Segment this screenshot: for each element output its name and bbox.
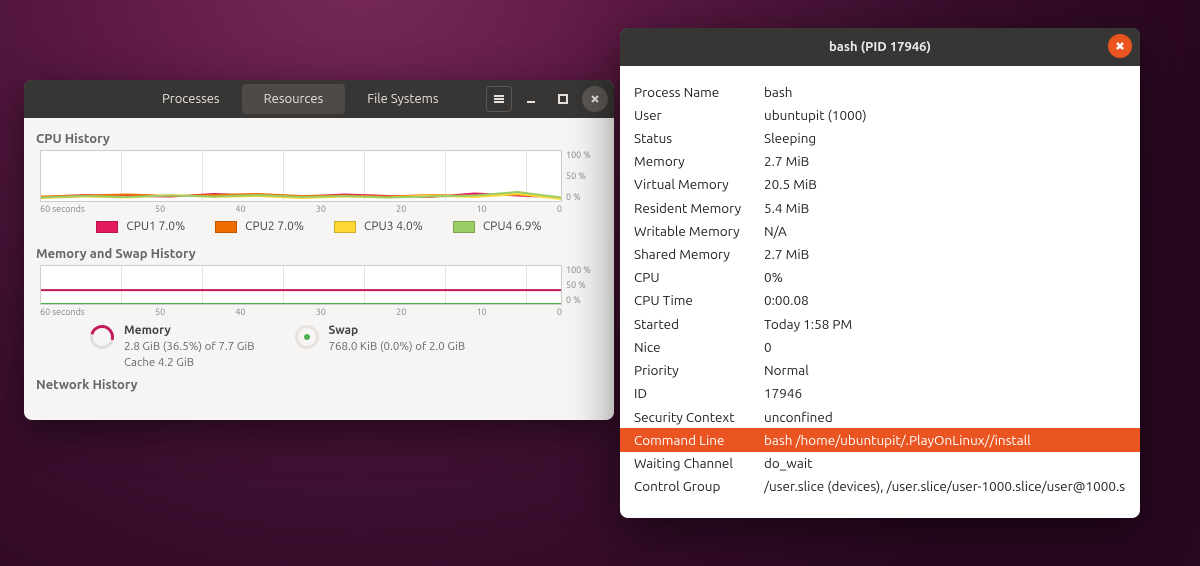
property-row[interactable]: CPU Time0:00.08 bbox=[620, 289, 1140, 312]
property-value: bash bbox=[764, 83, 1126, 101]
property-value: 0:00.08 bbox=[764, 291, 1126, 309]
property-label: Control Group bbox=[634, 477, 764, 495]
swap-usage-block: Swap 768.0 KiB (0.0%) of 2.0 GiB bbox=[295, 323, 466, 370]
cpu-legend-item[interactable]: CPU3 4.0% bbox=[334, 220, 423, 233]
property-row[interactable]: CPU0% bbox=[620, 266, 1140, 289]
property-label: Priority bbox=[634, 361, 764, 379]
property-label: Status bbox=[634, 129, 764, 147]
swap-ring-icon bbox=[295, 325, 319, 349]
property-value: 5.4 MiB bbox=[764, 199, 1126, 217]
cpu-history-title: CPU History bbox=[36, 132, 598, 146]
legend-label: CPU4 6.9% bbox=[483, 220, 542, 233]
memory-y-axis: 100 % 50 % 0 % bbox=[562, 265, 598, 305]
cpu-legend-item[interactable]: CPU4 6.9% bbox=[453, 220, 542, 233]
legend-swatch bbox=[453, 221, 475, 233]
hamburger-menu-button[interactable] bbox=[486, 86, 512, 112]
property-label: User bbox=[634, 106, 764, 124]
memory-ring-icon bbox=[86, 321, 119, 354]
property-row[interactable]: Memory2.7 MiB bbox=[620, 150, 1140, 173]
property-label: Resident Memory bbox=[634, 199, 764, 217]
property-row[interactable]: Shared Memory2.7 MiB bbox=[620, 243, 1140, 266]
cpu-legend-item[interactable]: CPU1 7.0% bbox=[96, 220, 185, 233]
property-label: Process Name bbox=[634, 83, 764, 101]
property-value: 20.5 MiB bbox=[764, 175, 1126, 193]
cpu-legend: CPU1 7.0% CPU2 7.0% CPU3 4.0% CPU4 6.9% bbox=[40, 214, 598, 243]
cpu-y-axis: 100 % 50 % 0 % bbox=[562, 150, 598, 202]
legend-swatch bbox=[96, 221, 118, 233]
tab-processes[interactable]: Processes bbox=[140, 84, 242, 114]
memory-history-chart bbox=[40, 265, 562, 305]
view-tabs: Processes Resources File Systems bbox=[140, 84, 460, 114]
property-value: /user.slice (devices), /user.slice/user-… bbox=[764, 477, 1126, 495]
property-row[interactable]: Userubuntupit (1000) bbox=[620, 103, 1140, 126]
cpu-legend-item[interactable]: CPU2 7.0% bbox=[215, 220, 304, 233]
property-label: Command Line bbox=[634, 431, 764, 449]
network-history-title: Network History bbox=[36, 378, 598, 392]
cpu-history-chart bbox=[40, 150, 562, 202]
property-row[interactable]: Command Linebash /home/ubuntupit/.PlayOn… bbox=[620, 428, 1140, 451]
property-label: CPU bbox=[634, 268, 764, 286]
property-value: do_wait bbox=[764, 454, 1126, 472]
property-value: ubuntupit (1000) bbox=[764, 106, 1126, 124]
dialog-title: bash (PID 17946) bbox=[829, 40, 931, 54]
process-properties-dialog: bash (PID 17946) Process NamebashUserubu… bbox=[620, 28, 1140, 518]
memory-history-title: Memory and Swap History bbox=[36, 247, 598, 261]
property-row[interactable]: Nice0 bbox=[620, 335, 1140, 358]
legend-swatch bbox=[215, 221, 237, 233]
property-value: 2.7 MiB bbox=[764, 152, 1126, 170]
property-label: Shared Memory bbox=[634, 245, 764, 263]
property-value: 2.7 MiB bbox=[764, 245, 1126, 263]
properties-list[interactable]: Process NamebashUserubuntupit (1000)Stat… bbox=[620, 66, 1140, 518]
property-value: 17946 bbox=[764, 384, 1126, 402]
property-row[interactable]: PriorityNormal bbox=[620, 359, 1140, 382]
property-label: Started bbox=[634, 315, 764, 333]
legend-swatch bbox=[334, 221, 356, 233]
property-row[interactable]: Writable MemoryN/A bbox=[620, 219, 1140, 242]
memory-usage-block: Memory 2.8 GiB (36.5%) of 7.7 GiB Cache … bbox=[90, 323, 255, 370]
property-row[interactable]: Waiting Channeldo_wait bbox=[620, 452, 1140, 475]
property-label: Nice bbox=[634, 338, 764, 356]
close-button[interactable] bbox=[1108, 34, 1132, 58]
property-value: N/A bbox=[764, 222, 1126, 240]
property-row[interactable]: Process Namebash bbox=[620, 80, 1140, 103]
legend-label: CPU1 7.0% bbox=[126, 220, 185, 233]
property-row[interactable]: Virtual Memory20.5 MiB bbox=[620, 173, 1140, 196]
property-row[interactable]: Resident Memory5.4 MiB bbox=[620, 196, 1140, 219]
property-row[interactable]: StatusSleeping bbox=[620, 126, 1140, 149]
system-monitor-window: Processes Resources File Systems CPU His… bbox=[24, 80, 614, 420]
property-value: Sleeping bbox=[764, 129, 1126, 147]
property-label: Memory bbox=[634, 152, 764, 170]
property-value: Normal bbox=[764, 361, 1126, 379]
property-label: CPU Time bbox=[634, 291, 764, 309]
property-row[interactable]: Control Group/user.slice (devices), /use… bbox=[620, 475, 1140, 498]
property-label: Waiting Channel bbox=[634, 454, 764, 472]
property-value: 0 bbox=[764, 338, 1126, 356]
resources-panel: CPU History 100 % 50 % 0 % 60 seconds50 … bbox=[24, 118, 614, 420]
tab-filesystems[interactable]: File Systems bbox=[345, 84, 460, 114]
minimize-button[interactable] bbox=[518, 86, 544, 112]
titlebar: Processes Resources File Systems bbox=[24, 80, 614, 118]
legend-label: CPU3 4.0% bbox=[364, 220, 423, 233]
tab-resources[interactable]: Resources bbox=[242, 84, 346, 114]
maximize-button[interactable] bbox=[550, 86, 576, 112]
property-row[interactable]: StartedToday 1:58 PM bbox=[620, 312, 1140, 335]
property-value: unconfined bbox=[764, 408, 1126, 426]
property-label: ID bbox=[634, 384, 764, 402]
property-row[interactable]: ID17946 bbox=[620, 382, 1140, 405]
cpu-x-axis: 60 seconds50 4030 2010 0 bbox=[40, 202, 598, 214]
dialog-titlebar: bash (PID 17946) bbox=[620, 28, 1140, 66]
property-value: Today 1:58 PM bbox=[764, 315, 1126, 333]
property-value: 0% bbox=[764, 268, 1126, 286]
memory-x-axis: 60 seconds50 4030 2010 0 bbox=[40, 305, 598, 317]
property-label: Security Context bbox=[634, 408, 764, 426]
property-row[interactable]: Security Contextunconfined bbox=[620, 405, 1140, 428]
legend-label: CPU2 7.0% bbox=[245, 220, 304, 233]
property-label: Writable Memory bbox=[634, 222, 764, 240]
property-value: bash /home/ubuntupit/.PlayOnLinux//insta… bbox=[764, 431, 1126, 449]
close-button[interactable] bbox=[582, 86, 608, 112]
property-label: Virtual Memory bbox=[634, 175, 764, 193]
